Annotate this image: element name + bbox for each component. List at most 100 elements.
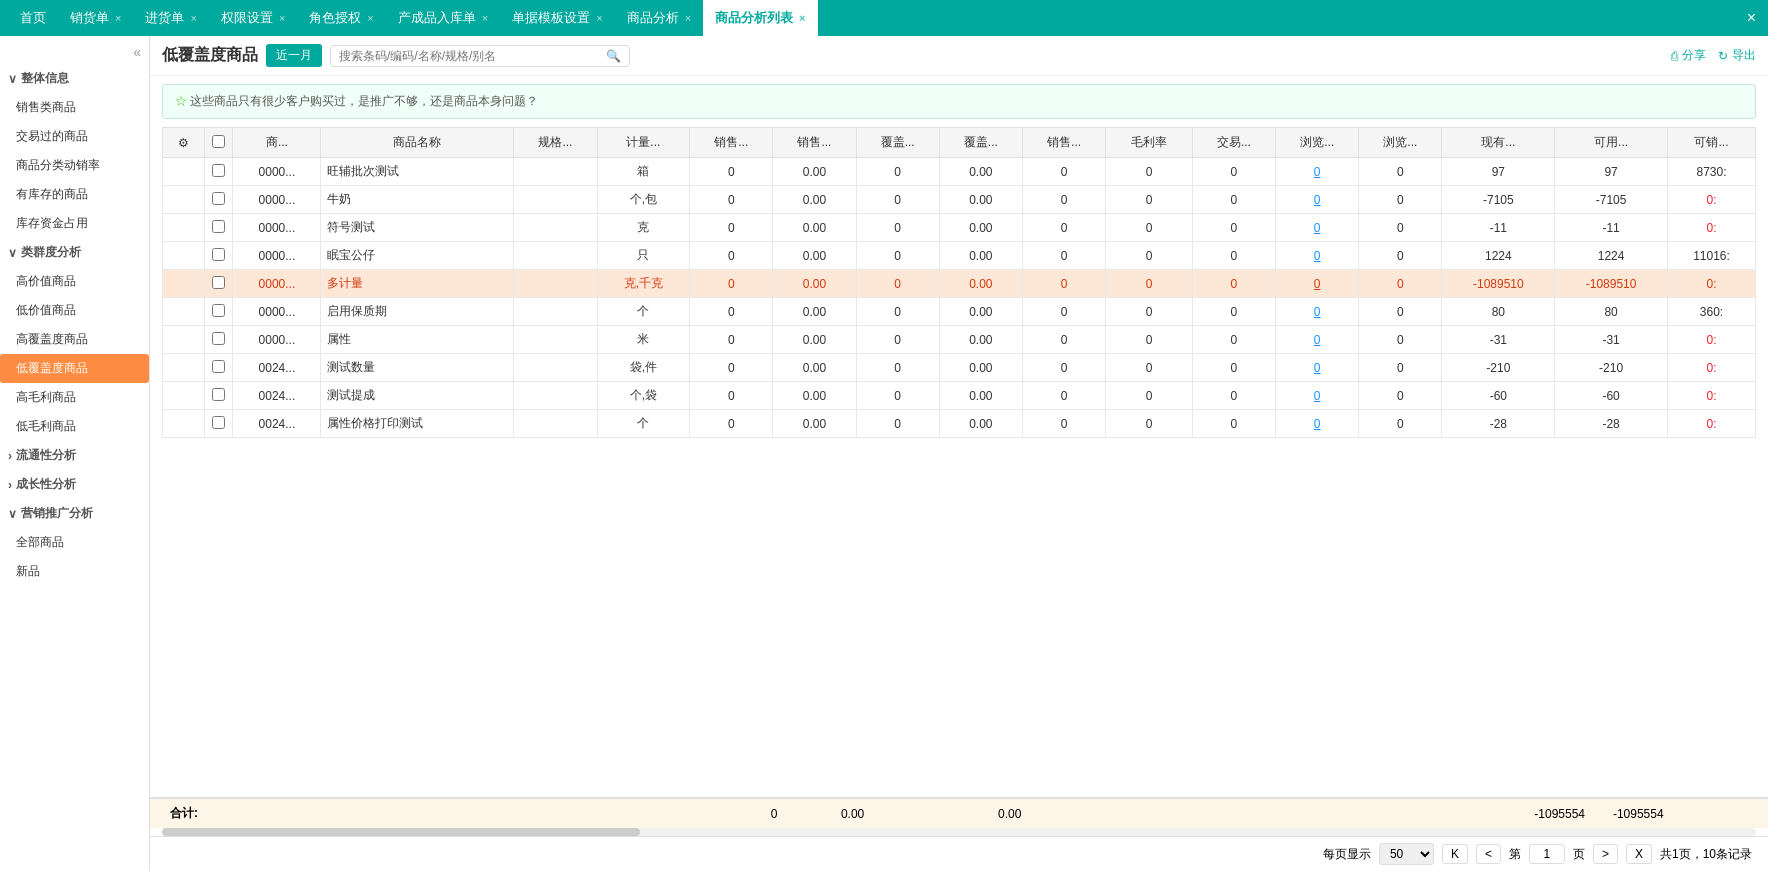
row-checkbox[interactable] [205, 326, 233, 354]
row-spec [514, 158, 597, 186]
first-page-button[interactable]: K [1442, 844, 1468, 864]
row-select-checkbox[interactable] [212, 276, 225, 289]
row-current: 97 [1442, 158, 1555, 186]
row-select-checkbox[interactable] [212, 360, 225, 373]
sidebar-item-low-coverage[interactable]: 低覆盖度商品 [0, 354, 149, 383]
close-icon[interactable]: × [799, 12, 805, 24]
row-browse1[interactable]: 0 [1276, 326, 1359, 354]
nav-tab-home[interactable]: 首页 [8, 0, 58, 36]
sidebar-group-cluster[interactable]: ∨ 类群度分析 [0, 238, 149, 267]
header-actions: ⎙ 分享 ↻ 导出 [1671, 47, 1756, 64]
sidebar-item-new-goods[interactable]: 新品 [0, 557, 149, 586]
search-input[interactable] [339, 49, 602, 63]
row-checkbox[interactable] [205, 270, 233, 298]
sidebar-item-high-coverage[interactable]: 高覆盖度商品 [0, 325, 149, 354]
row-browse1[interactable]: 0 [1276, 186, 1359, 214]
total-current: -1095554 [1520, 807, 1599, 821]
row-checkbox[interactable] [205, 354, 233, 382]
page-size-select[interactable]: 50 100 200 [1379, 843, 1434, 865]
page-input[interactable] [1529, 844, 1565, 864]
sidebar-group-overall[interactable]: ∨ 整体信息 [0, 64, 149, 93]
close-icon[interactable]: × [367, 12, 373, 24]
row-sales-x: 0 [1022, 298, 1105, 326]
row-checkbox[interactable] [205, 410, 233, 438]
row-checkbox[interactable] [205, 298, 233, 326]
row-browse1[interactable]: 0 [1276, 214, 1359, 242]
nav-tab-purchase[interactable]: 进货单 × [133, 0, 208, 36]
row-select-checkbox[interactable] [212, 416, 225, 429]
row-browse1[interactable]: 0 [1276, 298, 1359, 326]
sidebar-item-sales-goods[interactable]: 销售类商品 [0, 93, 149, 122]
row-sales-x: 0 [1022, 354, 1105, 382]
row-select-checkbox[interactable] [212, 164, 225, 177]
table-row: 0000... 旺辅批次测试 箱 0 0.00 0 0.00 0 0 0 0 0… [163, 158, 1756, 186]
nav-tab-roles[interactable]: 角色授权 × [297, 0, 385, 36]
row-select-checkbox[interactable] [212, 192, 225, 205]
row-sales-qty: 0 [690, 298, 773, 326]
col-checkbox[interactable] [205, 128, 233, 158]
row-checkbox[interactable] [205, 242, 233, 270]
row-browse1[interactable]: 0 [1276, 158, 1359, 186]
row-checkbox[interactable] [205, 214, 233, 242]
row-select-checkbox[interactable] [212, 332, 225, 345]
close-icon[interactable]: × [482, 12, 488, 24]
search-icon[interactable]: 🔍 [606, 49, 621, 63]
close-all-button[interactable]: × [1747, 9, 1756, 27]
sidebar-item-low-value[interactable]: 低价值商品 [0, 296, 149, 325]
nav-tab-analysis-list[interactable]: 商品分析列表 × [703, 0, 817, 36]
sidebar-item-high-value[interactable]: 高价值商品 [0, 267, 149, 296]
close-icon[interactable]: × [596, 12, 602, 24]
row-checkbox[interactable] [205, 186, 233, 214]
close-icon[interactable]: × [115, 12, 121, 24]
nav-tab-analysis[interactable]: 商品分析 × [615, 0, 703, 36]
row-spec [514, 354, 597, 382]
row-code: 0000... [233, 214, 321, 242]
nav-tab-template[interactable]: 单据模板设置 × [500, 0, 614, 36]
share-button[interactable]: ⎙ 分享 [1671, 47, 1706, 64]
row-browse1[interactable]: 0 [1276, 270, 1359, 298]
prev-page-button[interactable]: < [1476, 844, 1501, 864]
sidebar-group-growth[interactable]: › 成长性分析 [0, 470, 149, 499]
time-filter-button[interactable]: 近一月 [266, 44, 322, 67]
close-icon[interactable]: × [279, 12, 285, 24]
row-cover1: 0 [856, 214, 939, 242]
row-sales-amt: 0.00 [773, 186, 856, 214]
row-sales-amt: 0.00 [773, 158, 856, 186]
nav-tab-production[interactable]: 产成品入库单 × [386, 0, 500, 36]
sidebar-group-marketing[interactable]: ∨ 营销推广分析 [0, 499, 149, 528]
row-browse1[interactable]: 0 [1276, 354, 1359, 382]
row-select-checkbox[interactable] [212, 220, 225, 233]
col-settings[interactable]: ⚙ [163, 128, 205, 158]
sidebar-item-low-margin[interactable]: 低毛利商品 [0, 412, 149, 441]
sidebar-group-liquidity[interactable]: › 流通性分析 [0, 441, 149, 470]
sidebar-item-traded-goods[interactable]: 交易过的商品 [0, 122, 149, 151]
sidebar-item-stocked-goods[interactable]: 有库存的商品 [0, 180, 149, 209]
nav-tab-permissions[interactable]: 权限设置 × [209, 0, 297, 36]
row-trade: 0 [1192, 186, 1275, 214]
last-page-button[interactable]: X [1626, 844, 1652, 864]
close-icon[interactable]: × [685, 12, 691, 24]
row-browse1[interactable]: 0 [1276, 410, 1359, 438]
row-browse1[interactable]: 0 [1276, 382, 1359, 410]
row-browse2: 0 [1359, 270, 1442, 298]
row-checkbox[interactable] [205, 382, 233, 410]
row-select-checkbox[interactable] [212, 248, 225, 261]
close-icon[interactable]: × [190, 12, 196, 24]
export-button[interactable]: ↻ 导出 [1718, 47, 1756, 64]
next-page-button[interactable]: > [1593, 844, 1618, 864]
sidebar-toggle[interactable]: « [0, 40, 149, 64]
row-sales-x: 0 [1022, 326, 1105, 354]
sidebar-item-category-sales-rate[interactable]: 商品分类动销率 [0, 151, 149, 180]
sidebar-item-inventory-capital[interactable]: 库存资金占用 [0, 209, 149, 238]
row-browse1[interactable]: 0 [1276, 242, 1359, 270]
row-select-checkbox[interactable] [212, 304, 225, 317]
row-settings [163, 270, 205, 298]
col-sales-amt: 销售... [773, 128, 856, 158]
row-select-checkbox[interactable] [212, 388, 225, 401]
select-all-checkbox[interactable] [212, 135, 225, 148]
sidebar-section-overall: ∨ 整体信息 销售类商品 交易过的商品 商品分类动销率 有库存的商品 库存资金占… [0, 64, 149, 238]
sidebar-item-high-margin[interactable]: 高毛利商品 [0, 383, 149, 412]
row-checkbox[interactable] [205, 158, 233, 186]
sidebar-item-all-goods[interactable]: 全部商品 [0, 528, 149, 557]
nav-tab-sales[interactable]: 销货单 × [58, 0, 133, 36]
